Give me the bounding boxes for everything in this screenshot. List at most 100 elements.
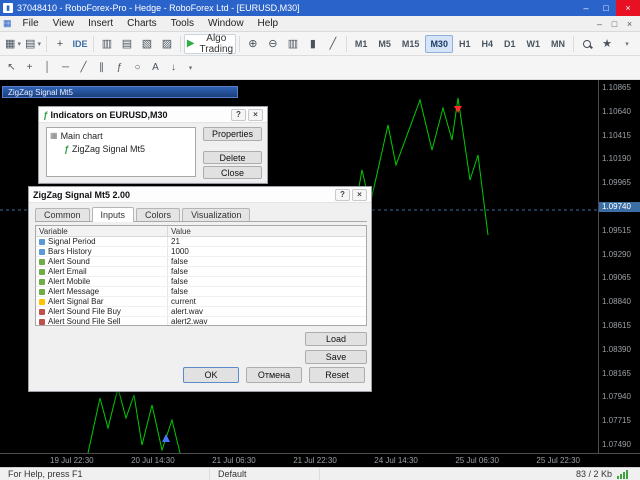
property-row[interactable]: Alert Sound false: [36, 257, 366, 267]
toolbox-toggle[interactable]: ▨: [157, 34, 177, 54]
menu-item[interactable]: File: [16, 16, 46, 32]
menu-item[interactable]: Tools: [164, 16, 201, 32]
timeframe-button[interactable]: D1: [499, 35, 521, 53]
timeframe-button[interactable]: M15: [397, 35, 425, 53]
indicators-list[interactable]: ▦ Main chart ƒ ZigZag Signal Mt5: [46, 127, 196, 177]
timeframe-button[interactable]: H4: [476, 35, 498, 53]
ok-button[interactable]: OK: [183, 367, 239, 383]
delete-button[interactable]: Delete: [203, 151, 262, 164]
tree-item-main-chart[interactable]: ▦ Main chart: [47, 129, 195, 142]
menu-item[interactable]: Charts: [120, 16, 163, 32]
maximize-button[interactable]: □: [596, 0, 616, 16]
menu-item[interactable]: Window: [201, 16, 251, 32]
zoom-in-button[interactable]: ⊕: [243, 34, 263, 54]
toolbar-separator: [573, 35, 574, 52]
profiles-button[interactable]: ▤ ▾: [23, 34, 43, 54]
close-dialog-button[interactable]: Close: [203, 166, 262, 179]
property-row[interactable]: Alert Signal Bar current: [36, 297, 366, 307]
minimize-button[interactable]: –: [576, 0, 596, 16]
property-value[interactable]: 21: [168, 237, 366, 246]
timeframe-button[interactable]: M1: [350, 35, 373, 53]
candle-chart-mode-button[interactable]: ▮: [303, 34, 323, 54]
price-axis-label: 1.10865: [602, 83, 631, 92]
draw-tool-button[interactable]: ╱: [75, 58, 92, 78]
timeframe-button[interactable]: W1: [522, 35, 546, 53]
property-row[interactable]: Alert Email false: [36, 267, 366, 277]
buy-arrow-icon: [162, 434, 170, 442]
chart-window-icon[interactable]: ▦: [3, 18, 12, 29]
property-value[interactable]: alert.wav: [168, 307, 366, 316]
navigator-toggle[interactable]: ▧: [137, 34, 157, 54]
status-profile[interactable]: Default: [210, 468, 320, 480]
favorites-button[interactable]: ★: [597, 34, 617, 54]
market-watch-toggle[interactable]: ▥: [97, 34, 117, 54]
close-button[interactable]: ×: [616, 0, 640, 16]
metaeditor-button[interactable]: IDE: [70, 34, 90, 54]
metatrader-window: ▮ 37048410 - RoboForex-Pro - Hedge - Rob…: [0, 0, 640, 480]
indicators-dialog-titlebar[interactable]: ƒ Indicators on EURUSD,M30 ? ×: [39, 107, 267, 123]
draw-tool-button[interactable]: ƒ: [111, 58, 128, 78]
zoom-out-button[interactable]: ⊖: [263, 34, 283, 54]
time-axis[interactable]: 19 Jul 22:30 20 Jul 14:30 21 Jul 06:30 21 J…: [0, 453, 640, 467]
draw-tool-button[interactable]: +: [21, 58, 38, 78]
draw-tool-button[interactable]: │: [39, 58, 56, 78]
menu-item[interactable]: View: [46, 16, 82, 32]
property-row[interactable]: Alert Message false: [36, 287, 366, 297]
dialog-tab[interactable]: Inputs: [91, 207, 135, 222]
property-value[interactable]: false: [168, 277, 366, 286]
property-value[interactable]: current: [168, 297, 366, 306]
menu-item[interactable]: Insert: [81, 16, 120, 32]
menu-item[interactable]: Help: [251, 16, 286, 32]
line-chart-mode-button[interactable]: ╱: [323, 34, 343, 54]
child-close-button[interactable]: ×: [622, 19, 637, 29]
property-row[interactable]: Bars History 1000: [36, 247, 366, 257]
property-value[interactable]: 1000: [168, 247, 366, 256]
toolbar-overflow-button[interactable]: ▾: [617, 34, 637, 54]
child-minimize-button[interactable]: –: [592, 19, 607, 29]
property-value[interactable]: false: [168, 267, 366, 276]
save-button[interactable]: Save: [305, 350, 367, 364]
properties-dialog-titlebar[interactable]: ZigZag Signal Mt5 2.00 ? ×: [29, 187, 371, 203]
timeframe-button[interactable]: H1: [454, 35, 476, 53]
new-order-button[interactable]: +: [50, 34, 70, 54]
search-button[interactable]: [577, 34, 597, 54]
menu-bar: ▦ File View Insert Charts Tools Window Help – …: [0, 16, 640, 32]
draw-tool-button[interactable]: ∥: [93, 58, 110, 78]
load-button[interactable]: Load: [305, 332, 367, 346]
indicator-properties-dialog: ZigZag Signal Mt5 2.00 ? × Common Inputs C…: [28, 186, 372, 392]
property-value[interactable]: false: [168, 287, 366, 296]
reset-button[interactable]: Reset: [309, 367, 365, 383]
draw-tool-button[interactable]: ─: [57, 58, 74, 78]
dialog-tab[interactable]: Visualization: [182, 208, 251, 221]
property-value[interactable]: false: [168, 257, 366, 266]
property-row[interactable]: Signal Period 21: [36, 237, 366, 247]
help-button[interactable]: ?: [335, 188, 350, 201]
data-window-toggle[interactable]: ▤: [117, 34, 137, 54]
property-row[interactable]: Alert Sound File Buy alert.wav: [36, 307, 366, 317]
timeframe-button[interactable]: MN: [546, 35, 570, 53]
timeframe-button[interactable]: M30: [425, 34, 453, 53]
close-icon[interactable]: ×: [352, 188, 367, 201]
draw-tool-button[interactable]: ↓: [165, 58, 182, 78]
bar-chart-mode-button[interactable]: ▥: [283, 34, 303, 54]
properties-button[interactable]: Properties: [203, 127, 262, 141]
input-type-icon: [39, 288, 45, 295]
dialog-tab[interactable]: Common: [35, 208, 90, 221]
draw-tool-button[interactable]: ○: [129, 58, 146, 78]
draw-tools-more-button[interactable]: ▾: [182, 58, 199, 78]
property-value[interactable]: alert2.wav: [168, 317, 366, 325]
price-axis[interactable]: 1.10865 1.10640 1.10415 1.10190 1.09965 1.097…: [598, 80, 640, 453]
algo-trading-button[interactable]: ▶ Algo Trading: [184, 33, 236, 55]
property-row[interactable]: Alert Sound File Sell alert2.wav: [36, 317, 366, 325]
draw-tool-button[interactable]: ↖: [3, 58, 20, 78]
help-button[interactable]: ?: [231, 108, 246, 121]
new-chart-button[interactable]: ▦ ▾: [3, 34, 23, 54]
property-row[interactable]: Alert Mobile false: [36, 277, 366, 287]
timeframe-button[interactable]: M5: [373, 35, 396, 53]
child-restore-button[interactable]: □: [607, 19, 622, 29]
tree-item-indicator[interactable]: ƒ ZigZag Signal Mt5: [47, 142, 195, 155]
close-icon[interactable]: ×: [248, 108, 263, 121]
cancel-button[interactable]: Отмена: [246, 367, 302, 383]
draw-tool-button[interactable]: A: [147, 58, 164, 78]
dialog-tab[interactable]: Colors: [136, 208, 181, 221]
